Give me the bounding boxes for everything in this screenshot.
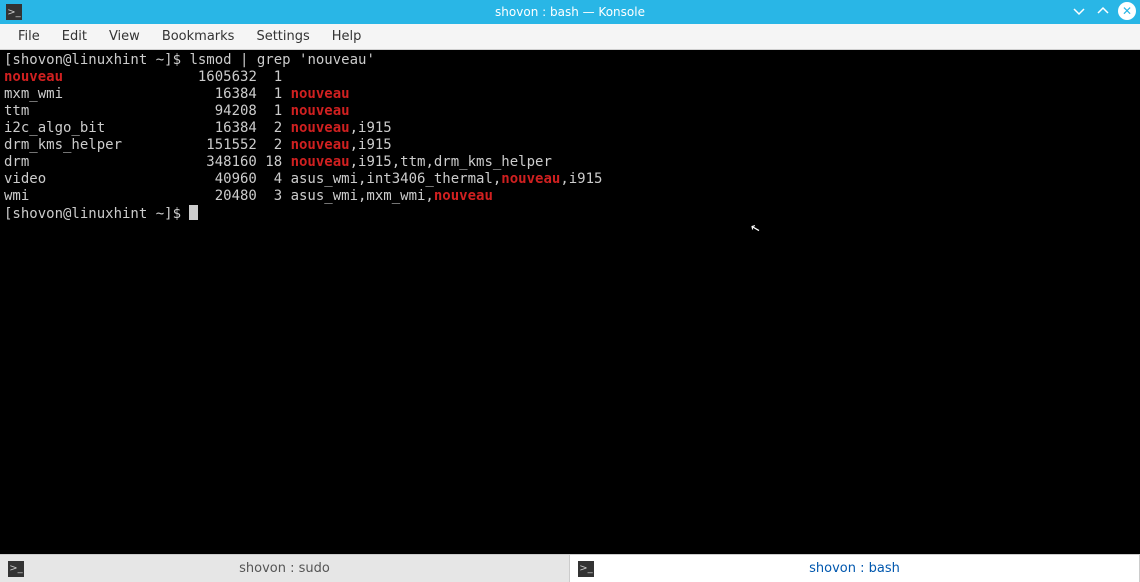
menu-view[interactable]: View — [99, 27, 150, 46]
output-line: drm 348160 18 nouveau,i915,ttm,drm_kms_h… — [4, 154, 552, 170]
menu-file[interactable]: File — [8, 27, 50, 46]
maximize-button[interactable] — [1094, 2, 1112, 20]
output-line: ttm 94208 1 nouveau — [4, 103, 350, 119]
window-controls: ✕ — [1070, 2, 1136, 20]
menu-help[interactable]: Help — [322, 27, 372, 46]
output-line: i2c_algo_bit 16384 2 nouveau,i915 — [4, 120, 392, 136]
tab-bar: >_ shovon : sudo >_ shovon : bash — [0, 554, 1140, 582]
terminal-icon: >_ — [8, 561, 24, 577]
output-line: nouveau 1605632 1 — [4, 69, 291, 85]
output-line: mxm_wmi 16384 1 nouveau — [4, 86, 350, 102]
command: lsmod | grep 'nouveau' — [189, 52, 374, 68]
terminal-icon: >_ — [578, 561, 594, 577]
output-line: drm_kms_helper 151552 2 nouveau,i915 — [4, 137, 392, 153]
prompt: [shovon@linuxhint ~]$ — [4, 206, 189, 222]
menu-bookmarks[interactable]: Bookmarks — [152, 27, 245, 46]
app-icon: >_ — [6, 4, 22, 20]
cursor — [189, 205, 198, 220]
output-line: wmi 20480 3 asus_wmi,mxm_wmi,nouveau — [4, 188, 493, 204]
close-button[interactable]: ✕ — [1118, 2, 1136, 20]
mouse-pointer-icon: ↖ — [748, 217, 762, 236]
minimize-button[interactable] — [1070, 2, 1088, 20]
menu-edit[interactable]: Edit — [52, 27, 97, 46]
tab-label: shovon : sudo — [239, 561, 330, 576]
window-titlebar: >_ shovon : bash — Konsole ✕ — [0, 0, 1140, 24]
menu-settings[interactable]: Settings — [246, 27, 319, 46]
prompt: [shovon@linuxhint ~]$ — [4, 52, 189, 68]
tab-label: shovon : bash — [809, 561, 900, 576]
output-line: video 40960 4 asus_wmi,int3406_thermal,n… — [4, 171, 602, 187]
tab-sudo[interactable]: >_ shovon : sudo — [0, 555, 570, 582]
terminal-view[interactable]: [shovon@linuxhint ~]$ lsmod | grep 'nouv… — [0, 50, 1140, 554]
tab-bash[interactable]: >_ shovon : bash — [570, 555, 1140, 582]
menubar: File Edit View Bookmarks Settings Help — [0, 24, 1140, 50]
window-title: shovon : bash — Konsole — [495, 5, 645, 19]
